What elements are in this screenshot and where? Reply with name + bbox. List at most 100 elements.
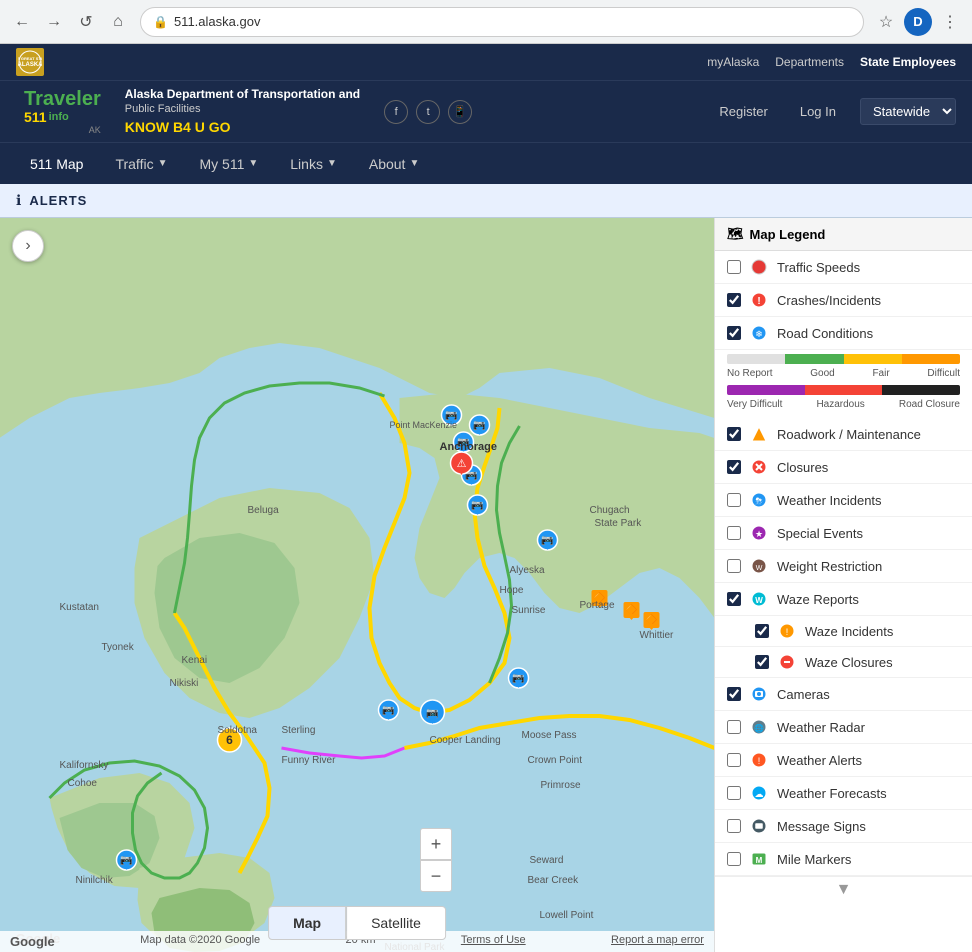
svg-text:!: ! xyxy=(757,296,760,307)
traffic-speeds-icon xyxy=(749,257,769,277)
crashes-checkbox[interactable] xyxy=(727,293,741,307)
nav-bar: 511 Map Traffic ▼ My 511 ▼ Links ▼ About… xyxy=(0,142,972,184)
legend-closures[interactable]: Closures xyxy=(715,451,972,484)
more-button[interactable]: ⋮ xyxy=(936,8,964,36)
terms-of-use-link[interactable]: Terms of Use xyxy=(461,934,526,949)
waze-incidents-checkbox[interactable] xyxy=(755,624,769,638)
legend-weather-alerts[interactable]: ! Weather Alerts xyxy=(715,744,972,777)
nav-511map[interactable]: 511 Map xyxy=(16,148,97,180)
zoom-in-button[interactable]: + xyxy=(420,828,452,860)
sterling-label: Sterling xyxy=(282,725,316,736)
legend-waze-reports[interactable]: W Waze Reports xyxy=(715,583,972,616)
legend-traffic-speeds[interactable]: Traffic Speeds xyxy=(715,251,972,284)
nav-traffic[interactable]: Traffic ▼ xyxy=(101,148,181,180)
home-button[interactable]: ⌂ xyxy=(104,8,132,36)
waze-reports-checkbox[interactable] xyxy=(727,592,741,606)
svg-text:!: ! xyxy=(758,756,761,766)
svg-text:M: M xyxy=(756,856,763,865)
road-conditions-checkbox[interactable] xyxy=(727,326,741,340)
links-chevron-icon: ▼ xyxy=(327,158,337,169)
address-bar[interactable]: 🔒 511.alaska.gov xyxy=(140,7,864,37)
legend-cameras[interactable]: Cameras xyxy=(715,678,972,711)
statewide-select[interactable]: Statewide xyxy=(860,98,956,125)
map-toggle-button[interactable]: › xyxy=(12,230,44,262)
crashes-icon: ! xyxy=(749,290,769,310)
roadwork-checkbox[interactable] xyxy=(727,427,741,441)
login-button[interactable]: Log In xyxy=(792,100,844,123)
weather-alerts-checkbox[interactable] xyxy=(727,753,741,767)
moose-pass-label: Moose Pass xyxy=(522,730,577,741)
legend-weather-incidents[interactable]: ⛈ Weather Incidents xyxy=(715,484,972,517)
nav-links[interactable]: Links ▼ xyxy=(276,148,351,180)
map-container[interactable]: 📷 📷 📷 📷 📷 xyxy=(0,218,714,952)
traffic-speeds-checkbox[interactable] xyxy=(727,260,741,274)
profile-button[interactable]: D xyxy=(904,8,932,36)
state-employees-link[interactable]: State Employees xyxy=(860,55,956,69)
roadwork-marker-2: 🔶 xyxy=(624,602,640,620)
browser-chrome: ← → ↺ ⌂ 🔒 511.alaska.gov ☆ D ⋮ xyxy=(0,0,972,44)
hope-label: Hope xyxy=(500,585,524,596)
mobile-icon[interactable]: 📱 xyxy=(448,100,472,124)
nav-my511[interactable]: My 511 ▼ xyxy=(185,148,272,180)
facebook-icon[interactable]: f xyxy=(384,100,408,124)
legend-roadwork[interactable]: Roadwork / Maintenance xyxy=(715,418,972,451)
browser-nav-buttons: ← → ↺ ⌂ xyxy=(8,8,132,36)
back-button[interactable]: ← xyxy=(8,8,36,36)
satellite-view-button[interactable]: Satellite xyxy=(346,906,446,940)
about-chevron-icon: ▼ xyxy=(409,158,419,169)
zoom-out-button[interactable]: − xyxy=(420,860,452,892)
nav-about[interactable]: About ▼ xyxy=(355,148,434,180)
weather-radar-checkbox[interactable] xyxy=(727,720,741,734)
legend-weight-restriction[interactable]: W Weight Restriction xyxy=(715,550,972,583)
cameras-checkbox[interactable] xyxy=(727,687,741,701)
refresh-button[interactable]: ↺ xyxy=(72,8,100,36)
color-very-difficult xyxy=(727,385,805,395)
legend-waze-closures[interactable]: Waze Closures xyxy=(715,647,972,678)
legend-mile-markers[interactable]: M Mile Markers xyxy=(715,843,972,876)
color-difficult xyxy=(902,354,960,364)
weather-forecasts-checkbox[interactable] xyxy=(727,786,741,800)
browser-actions: ☆ D ⋮ xyxy=(872,8,964,36)
legend-road-conditions[interactable]: ❄ Road Conditions xyxy=(715,317,972,350)
soldotna-label: Soldotna xyxy=(218,725,258,736)
weather-incidents-label: Weather Incidents xyxy=(777,493,960,508)
report-map-error-link[interactable]: Report a map error xyxy=(611,934,704,949)
waze-reports-icon: W xyxy=(749,589,769,609)
svg-text:ALASKA: ALASKA xyxy=(18,62,42,68)
legend-header[interactable]: 🗺 Map Legend xyxy=(715,218,972,251)
weather-incidents-checkbox[interactable] xyxy=(727,493,741,507)
mile-markers-checkbox[interactable] xyxy=(727,852,741,866)
alaska-logo-icon: THE GREAT STATE ALASKA xyxy=(16,48,44,76)
portage-label: Portage xyxy=(580,600,615,611)
incident-pin-1: ⚠ xyxy=(451,452,473,475)
zoom-controls: + − xyxy=(420,828,452,892)
myalaska-link[interactable]: myAlaska xyxy=(707,55,759,69)
waze-closures-checkbox[interactable] xyxy=(755,655,769,669)
forward-button[interactable]: → xyxy=(40,8,68,36)
kustatan-label: Kustatan xyxy=(60,602,99,613)
legend-weather-forecasts[interactable]: ☁ Weather Forecasts xyxy=(715,777,972,810)
bookmark-button[interactable]: ☆ xyxy=(872,8,900,36)
twitter-icon[interactable]: t xyxy=(416,100,440,124)
label-no-report: No Report xyxy=(727,368,773,379)
chugach-label: Chugach xyxy=(590,505,630,516)
legend-waze-incidents[interactable]: ! Waze Incidents xyxy=(715,616,972,647)
road-condition-color-bar-2 xyxy=(727,385,960,395)
state-park-label: State Park xyxy=(595,518,643,529)
legend-message-signs[interactable]: Message Signs xyxy=(715,810,972,843)
special-events-checkbox[interactable] xyxy=(727,526,741,540)
legend-crashes[interactable]: ! Crashes/Incidents xyxy=(715,284,972,317)
legend-weather-radar[interactable]: 🌐 Weather Radar xyxy=(715,711,972,744)
kalifornsky-label: Kalifornsky xyxy=(60,760,109,771)
map-view-button[interactable]: Map xyxy=(268,906,346,940)
alaska-logo: THE GREAT STATE ALASKA xyxy=(16,48,44,76)
departments-link[interactable]: Departments xyxy=(775,55,844,69)
beluga-label: Beluga xyxy=(248,505,280,516)
closures-checkbox[interactable] xyxy=(727,460,741,474)
seward-label: Seward xyxy=(530,855,564,866)
weight-restriction-checkbox[interactable] xyxy=(727,559,741,573)
message-signs-checkbox[interactable] xyxy=(727,819,741,833)
register-button[interactable]: Register xyxy=(711,100,775,123)
alaska-state-seal: THE GREAT STATE ALASKA xyxy=(18,50,42,74)
legend-special-events[interactable]: ★ Special Events xyxy=(715,517,972,550)
